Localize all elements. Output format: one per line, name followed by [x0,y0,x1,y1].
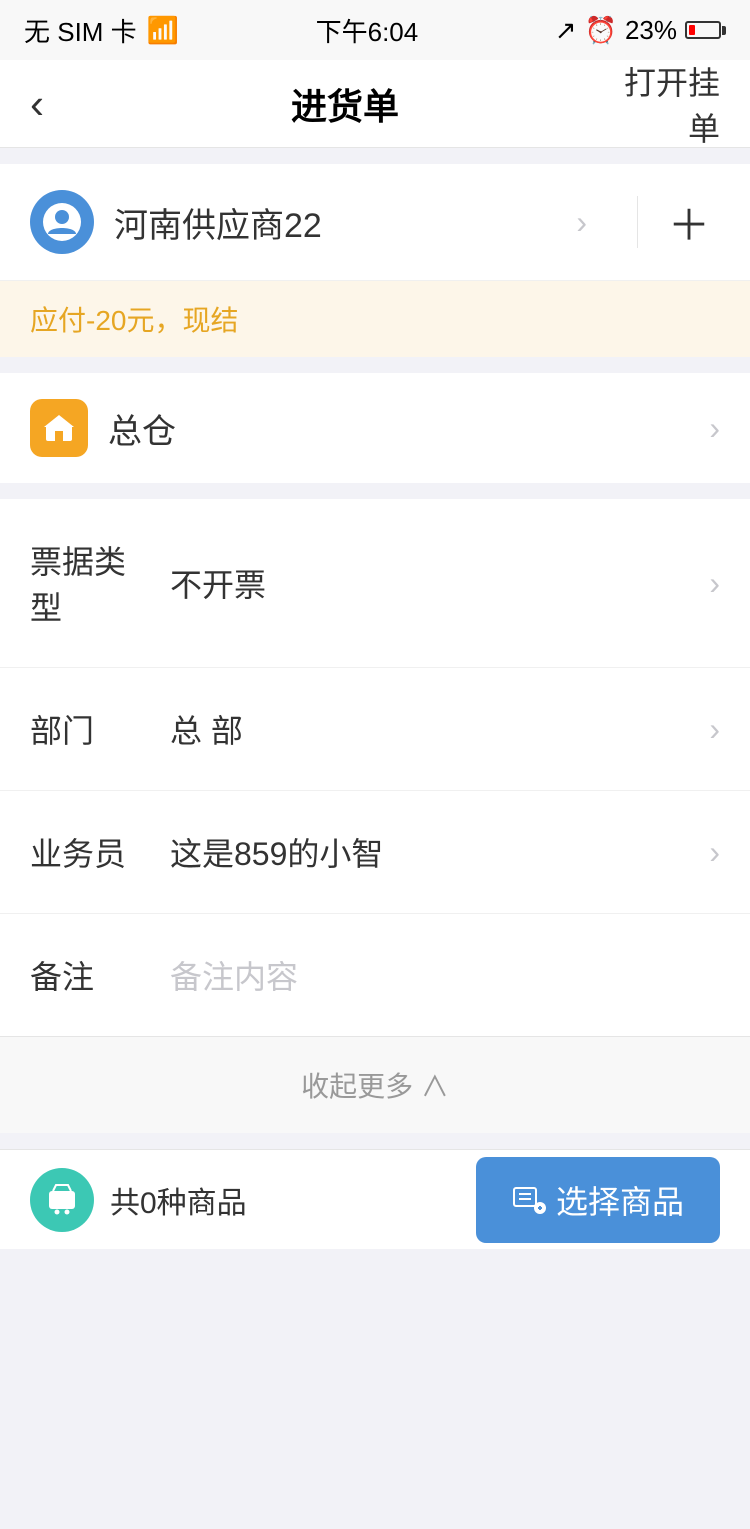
supplier-name: 河南供应商22 [114,198,576,247]
supplier-chevron-icon: › [576,204,587,241]
alert-banner: 应付-20元，现结 [0,281,750,357]
section-divider-1 [0,148,750,164]
battery-icon [685,21,726,39]
invoice-label: 票据类型 [30,537,150,629]
location-icon: ↗ [555,15,577,46]
cart-icon [30,1168,94,1232]
carrier-label: 无 SIM 卡 [24,12,137,49]
remark-label: 备注 [30,952,150,998]
staff-label: 业务员 [30,829,150,875]
staff-value: 这是859的小智 [150,829,709,875]
dept-label: 部门 [30,706,150,752]
invoice-row[interactable]: 票据类型 不开票 › [0,499,750,667]
page-title: 进货单 [90,78,600,130]
invoice-value: 不开票 [150,560,709,606]
staff-row[interactable]: 业务员 这是859的小智 › [0,790,750,913]
invoice-chevron-icon: › [709,565,720,602]
warehouse-icon [30,399,88,457]
select-product-icon [512,1186,546,1214]
collapse-row[interactable]: 收起更多 ∧ [0,1036,750,1133]
supplier-row[interactable]: 河南供应商22 › ＋ [0,164,750,281]
nav-bar: ‹ 进货单 打开挂单 [0,60,750,148]
dept-chevron-icon: › [709,711,720,748]
select-product-label: 选择商品 [556,1177,684,1223]
section-divider-3 [0,483,750,499]
battery-pct: 23% [625,15,677,46]
alert-text: 应付-20元，现结 [30,305,238,336]
open-pending-button[interactable]: 打开挂单 [600,58,720,150]
staff-chevron-icon: › [709,834,720,871]
status-left: 无 SIM 卡 📶 [24,12,179,49]
status-right: ↗ ⏰ 23% [555,15,726,46]
warehouse-row[interactable]: 总仓 › [0,373,750,483]
bottom-bar: 共0种商品 选择商品 [0,1149,750,1249]
add-supplier-button[interactable]: ＋ [658,192,720,253]
vertical-divider [637,196,638,248]
avatar [30,190,94,254]
select-product-button[interactable]: 选择商品 [476,1157,720,1243]
status-bar: 无 SIM 卡 📶 下午6:04 ↗ ⏰ 23% [0,0,750,60]
form-card: 票据类型 不开票 › 部门 总 部 › 业务员 这是859的小智 › 备注 备注… [0,499,750,1133]
warehouse-card: 总仓 › [0,373,750,483]
bottom-fill [0,1249,750,1529]
back-button[interactable]: ‹ [30,80,90,128]
warehouse-chevron-icon: › [709,410,720,447]
supplier-card: 河南供应商22 › ＋ 应付-20元，现结 [0,164,750,357]
dept-row[interactable]: 部门 总 部 › [0,667,750,790]
time-label: 下午6:04 [316,12,419,49]
section-divider-2 [0,357,750,373]
wifi-icon: 📶 [147,15,179,46]
product-count: 共0种商品 [110,1178,476,1222]
remark-input[interactable]: 备注内容 [150,952,720,998]
dept-value: 总 部 [150,706,709,752]
warehouse-name: 总仓 [108,404,709,453]
alarm-icon: ⏰ [585,15,617,46]
collapse-label: 收起更多 ∧ [301,1071,449,1102]
person-icon [43,203,81,241]
remark-row[interactable]: 备注 备注内容 [0,913,750,1036]
section-divider-4 [0,1133,750,1149]
